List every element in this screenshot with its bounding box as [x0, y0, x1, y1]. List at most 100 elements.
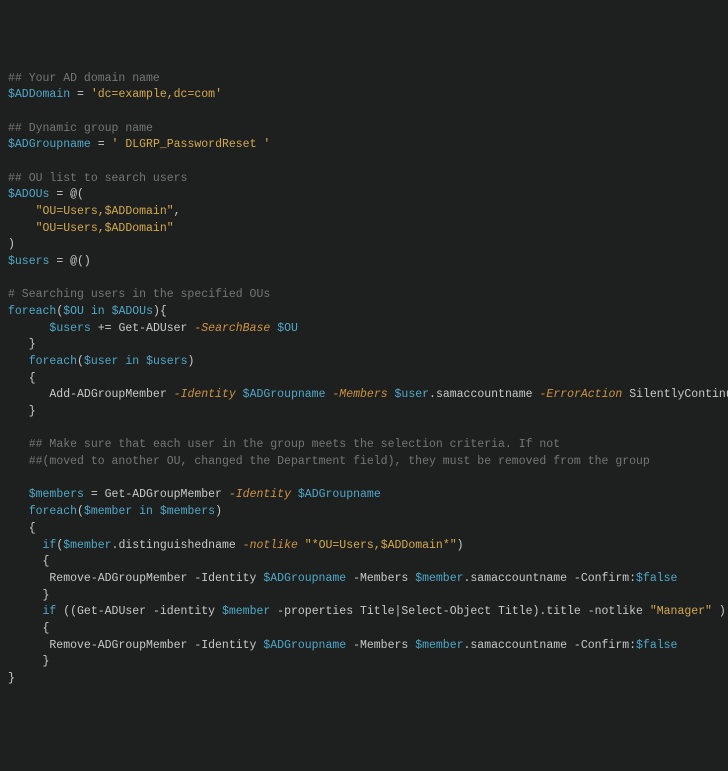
- token-kw: foreach: [29, 505, 77, 518]
- token-txt: (: [77, 505, 84, 518]
- code-line: [8, 471, 720, 488]
- token-txt: = Get-ADGroupMember: [84, 488, 229, 501]
- token-txt: .samaccountname -Confirm:: [464, 572, 637, 585]
- code-line: "OU=Users,$ADDomain",: [8, 204, 720, 221]
- token-txt: }: [8, 589, 49, 602]
- code-line: $users += Get-ADUser -SearchBase $OU: [8, 321, 720, 338]
- token-txt: [8, 322, 49, 335]
- code-line: $ADDomain = 'dc=example,dc=com': [8, 87, 720, 104]
- code-line: $users = @(): [8, 254, 720, 271]
- token-var: $false: [636, 639, 677, 652]
- token-txt: [8, 539, 43, 552]
- token-kw: if: [43, 605, 57, 618]
- token-txt: [8, 222, 36, 235]
- token-var: $false: [636, 572, 677, 585]
- code-line: [8, 421, 720, 438]
- token-str: "OU=Users,$ADDomain": [36, 205, 174, 218]
- code-line: Remove-ADGroupMember -Identity $ADGroupn…: [8, 571, 720, 588]
- token-par: -SearchBase: [194, 322, 270, 335]
- code-line: Add-ADGroupMember -Identity $ADGroupname…: [8, 387, 720, 404]
- token-var: $ADGroupname: [8, 138, 91, 151]
- token-txt: ,: [174, 205, 181, 218]
- code-line: $members = Get-ADGroupMember -Identity $…: [8, 487, 720, 504]
- token-txt: {: [8, 555, 49, 568]
- token-kw: foreach: [29, 355, 77, 368]
- token-par: -ErrorAction: [539, 388, 622, 401]
- code-line: {: [8, 521, 720, 538]
- code-line: foreach($user in $users): [8, 354, 720, 371]
- token-txt: ): [457, 539, 464, 552]
- token-txt: Add-ADGroupMember: [8, 388, 174, 401]
- token-str: "*OU=Users,$ADDomain*": [305, 539, 457, 552]
- token-txt: ): [188, 355, 195, 368]
- token-txt: ): [8, 238, 15, 251]
- token-txt: [153, 505, 160, 518]
- code-line: $ADGroupname = ' DLGRP_PasswordReset ': [8, 137, 720, 154]
- token-var: $members: [29, 488, 84, 501]
- code-line: foreach($OU in $ADOUs){: [8, 304, 720, 321]
- token-txt: [298, 539, 305, 552]
- token-txt: Remove-ADGroupMember -Identity: [8, 639, 263, 652]
- code-line: {: [8, 554, 720, 571]
- token-txt: -Members: [346, 572, 415, 585]
- code-line: $ADOUs = @(: [8, 187, 720, 204]
- token-str: "Manager": [650, 605, 712, 618]
- token-kw: in: [125, 355, 139, 368]
- token-txt: (: [77, 355, 84, 368]
- token-cmt: ##(moved to another OU, changed the Depa…: [29, 455, 650, 468]
- token-txt: [388, 388, 395, 401]
- token-txt: =: [91, 138, 112, 151]
- token-txt: [8, 355, 29, 368]
- code-line: }: [8, 337, 720, 354]
- code-line: # Searching users in the specified OUs: [8, 287, 720, 304]
- code-editor[interactable]: ## Your AD domain name $ADDomain = 'dc=ex…: [8, 71, 720, 688]
- token-var: $users: [8, 255, 49, 268]
- token-var: $ADGroupname: [298, 488, 381, 501]
- code-line: ## Your AD domain name: [8, 71, 720, 88]
- token-txt: ): [712, 605, 726, 618]
- token-txt: = @(: [49, 188, 84, 201]
- token-var: $member: [84, 505, 132, 518]
- token-txt: [8, 505, 29, 518]
- token-txt: {: [8, 522, 36, 535]
- token-str: "OU=Users,$ADDomain": [36, 222, 174, 235]
- code-line: {: [8, 621, 720, 638]
- code-line: ## Dynamic group name: [8, 121, 720, 138]
- token-txt: {: [8, 372, 36, 385]
- token-txt: }: [8, 405, 36, 418]
- token-cmt: ## Your AD domain name: [8, 72, 160, 85]
- token-kw: in: [139, 505, 153, 518]
- code-line: foreach($member in $members): [8, 504, 720, 521]
- token-var: $user: [84, 355, 119, 368]
- token-txt: }: [8, 655, 49, 668]
- code-line: }: [8, 654, 720, 671]
- token-par: -Identity: [229, 488, 291, 501]
- token-cmt: ## Dynamic group name: [8, 122, 153, 135]
- token-txt: .distinguishedname: [112, 539, 243, 552]
- token-var: $ADGroupname: [263, 639, 346, 652]
- token-par: -notlike: [243, 539, 298, 552]
- token-txt: (: [56, 539, 63, 552]
- token-par: -Identity: [174, 388, 236, 401]
- code-line: }: [8, 671, 720, 688]
- code-line: [8, 154, 720, 171]
- token-txt: [8, 605, 43, 618]
- token-var: $ADGroupname: [243, 388, 326, 401]
- token-par: -Members: [332, 388, 387, 401]
- token-var: $ADOUs: [112, 305, 153, 318]
- token-txt: [105, 305, 112, 318]
- token-var: $user: [395, 388, 430, 401]
- token-var: $ADGroupname: [263, 572, 346, 585]
- token-cmt: ## OU list to search users: [8, 172, 187, 185]
- token-str: 'dc=example,dc=com': [91, 88, 222, 101]
- token-txt: ((Get-ADUser -identity: [56, 605, 222, 618]
- token-txt: += Get-ADUser: [91, 322, 195, 335]
- token-txt: -properties Title|Select-Object Title).t…: [270, 605, 650, 618]
- token-txt: .samaccountname: [429, 388, 539, 401]
- token-var: $member: [63, 539, 111, 552]
- token-var: $member: [222, 605, 270, 618]
- code-line: ## OU list to search users: [8, 171, 720, 188]
- code-line: ##(moved to another OU, changed the Depa…: [8, 454, 720, 471]
- token-txt: [8, 438, 29, 451]
- token-var: $OU: [277, 322, 298, 335]
